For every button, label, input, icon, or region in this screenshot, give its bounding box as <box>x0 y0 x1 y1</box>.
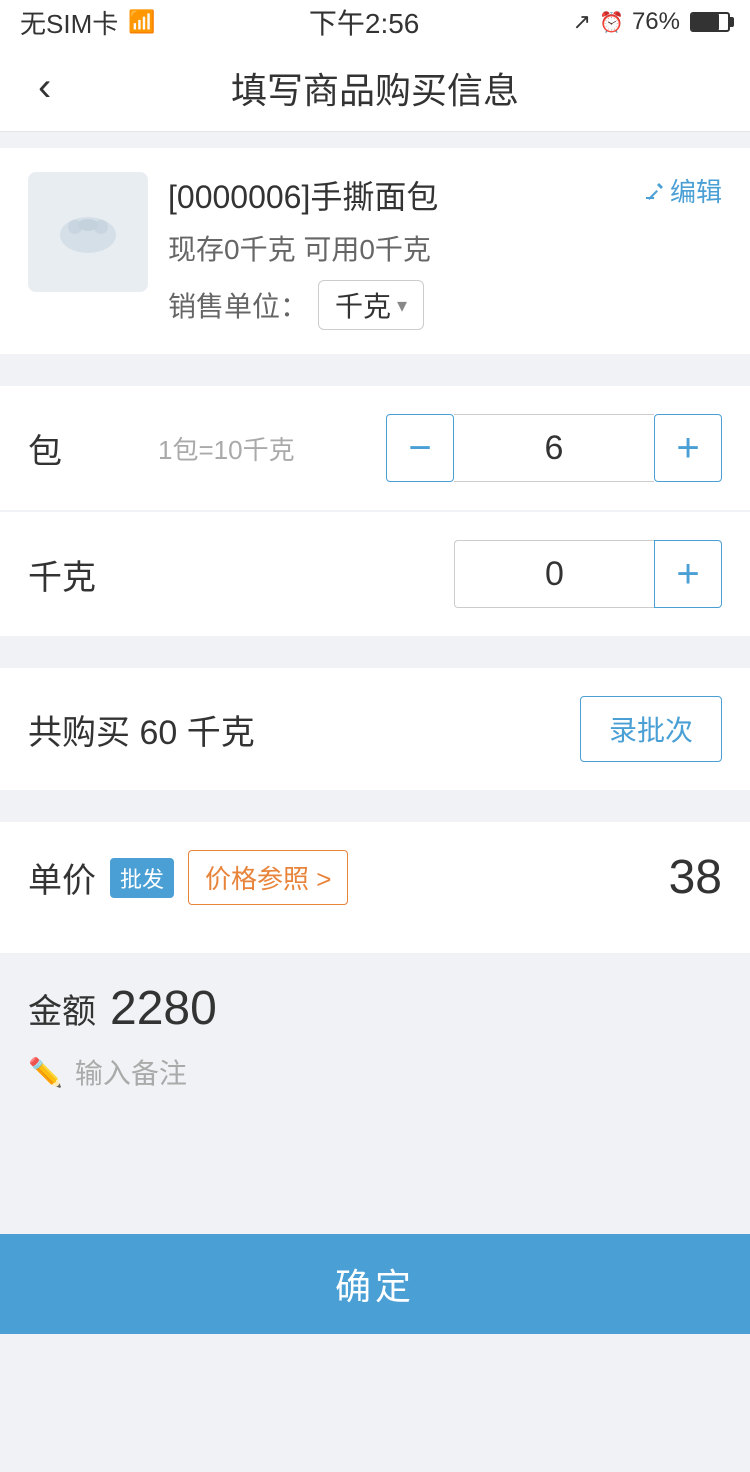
edit-button[interactable]: 编辑 <box>644 172 722 209</box>
battery-percent: 76% <box>632 8 680 36</box>
page-title: 填写商品购买信息 <box>231 62 519 114</box>
product-unit-row: 销售单位： 千克 ▾ <box>168 280 722 330</box>
status-right: ↗ ⏰ 76% <box>573 8 730 36</box>
kilogram-row: 千克 + <box>0 512 750 636</box>
price-row: 单价 批发 价格参照 > 38 <box>28 850 722 905</box>
status-bar: 无SIM卡 📶 下午2:56 ↗ ⏰ 76% <box>0 0 750 44</box>
package-hint: 1包=10千克 <box>158 430 386 467</box>
location-icon: ↗ <box>573 9 591 35</box>
note-row[interactable]: ✏️ 输入备注 <box>28 1052 722 1112</box>
price-tag: 批发 <box>110 858 174 898</box>
kilogram-label: 千克 <box>28 550 148 599</box>
package-label: 包 <box>28 424 148 473</box>
total-text: 共购买 60 千克 <box>28 705 255 754</box>
edit-icon <box>644 180 666 202</box>
unit-select[interactable]: 千克 ▾ <box>318 280 424 330</box>
package-input-section: 包 1包=10千克 − + <box>0 386 750 510</box>
separator-1 <box>0 354 750 370</box>
product-stock: 现存0千克 可用0千克 <box>168 228 722 268</box>
back-button[interactable]: ‹ <box>28 55 61 120</box>
note-placeholder: 输入备注 <box>75 1052 187 1092</box>
amount-row: 金额 2280 <box>28 981 722 1036</box>
wifi-icon: 📶 <box>128 9 155 35</box>
product-section: [0000006]手撕面包 编辑 现存0千克 可用0千克 销售单位： 千克 ▾ <box>0 148 750 354</box>
package-increment-button[interactable]: + <box>654 414 722 482</box>
product-info: [0000006]手撕面包 编辑 现存0千克 可用0千克 销售单位： 千克 ▾ <box>168 172 722 330</box>
package-decrement-button[interactable]: − <box>386 414 454 482</box>
separator-2 <box>0 636 750 652</box>
product-name: [0000006]手撕面包 <box>168 172 438 218</box>
price-section: 单价 批发 价格参照 > 38 <box>0 822 750 953</box>
status-left: 无SIM卡 📶 <box>20 4 156 41</box>
status-time: 下午2:56 <box>309 2 420 42</box>
product-name-row: [0000006]手撕面包 编辑 <box>168 172 722 218</box>
alarm-icon: ⏰ <box>599 10 624 35</box>
amount-section: 金额 2280 ✏️ 输入备注 <box>0 953 750 1112</box>
package-row: 包 1包=10千克 − + <box>0 386 750 510</box>
price-ref-button[interactable]: 价格参照 > <box>188 850 348 905</box>
kilogram-increment-button[interactable]: + <box>654 540 722 608</box>
nav-bar: ‹ 填写商品购买信息 <box>0 44 750 132</box>
amount-label: 金额 <box>28 984 96 1033</box>
product-logo-icon <box>53 207 123 257</box>
confirm-button[interactable]: 确定 <box>0 1234 750 1334</box>
note-icon: ✏️ <box>28 1056 63 1089</box>
package-quantity-control: − + <box>386 414 722 482</box>
package-quantity-input[interactable] <box>454 414 654 482</box>
total-section: 共购买 60 千克 录批次 <box>0 668 750 790</box>
amount-value: 2280 <box>110 981 217 1036</box>
carrier-label: 无SIM卡 <box>20 4 118 41</box>
price-left: 单价 批发 价格参照 > <box>28 850 348 905</box>
kilogram-quantity-control: + <box>454 540 722 608</box>
kilogram-quantity-input[interactable] <box>454 540 654 608</box>
kilogram-input-section: 千克 + <box>0 512 750 636</box>
separator-3 <box>0 790 750 806</box>
price-value: 38 <box>669 850 722 905</box>
record-batch-button[interactable]: 录批次 <box>580 696 722 762</box>
battery-icon <box>690 12 730 32</box>
dropdown-icon: ▾ <box>397 293 407 318</box>
unit-label: 销售单位： <box>168 285 308 325</box>
product-thumbnail <box>28 172 148 292</box>
price-label: 单价 <box>28 853 96 902</box>
